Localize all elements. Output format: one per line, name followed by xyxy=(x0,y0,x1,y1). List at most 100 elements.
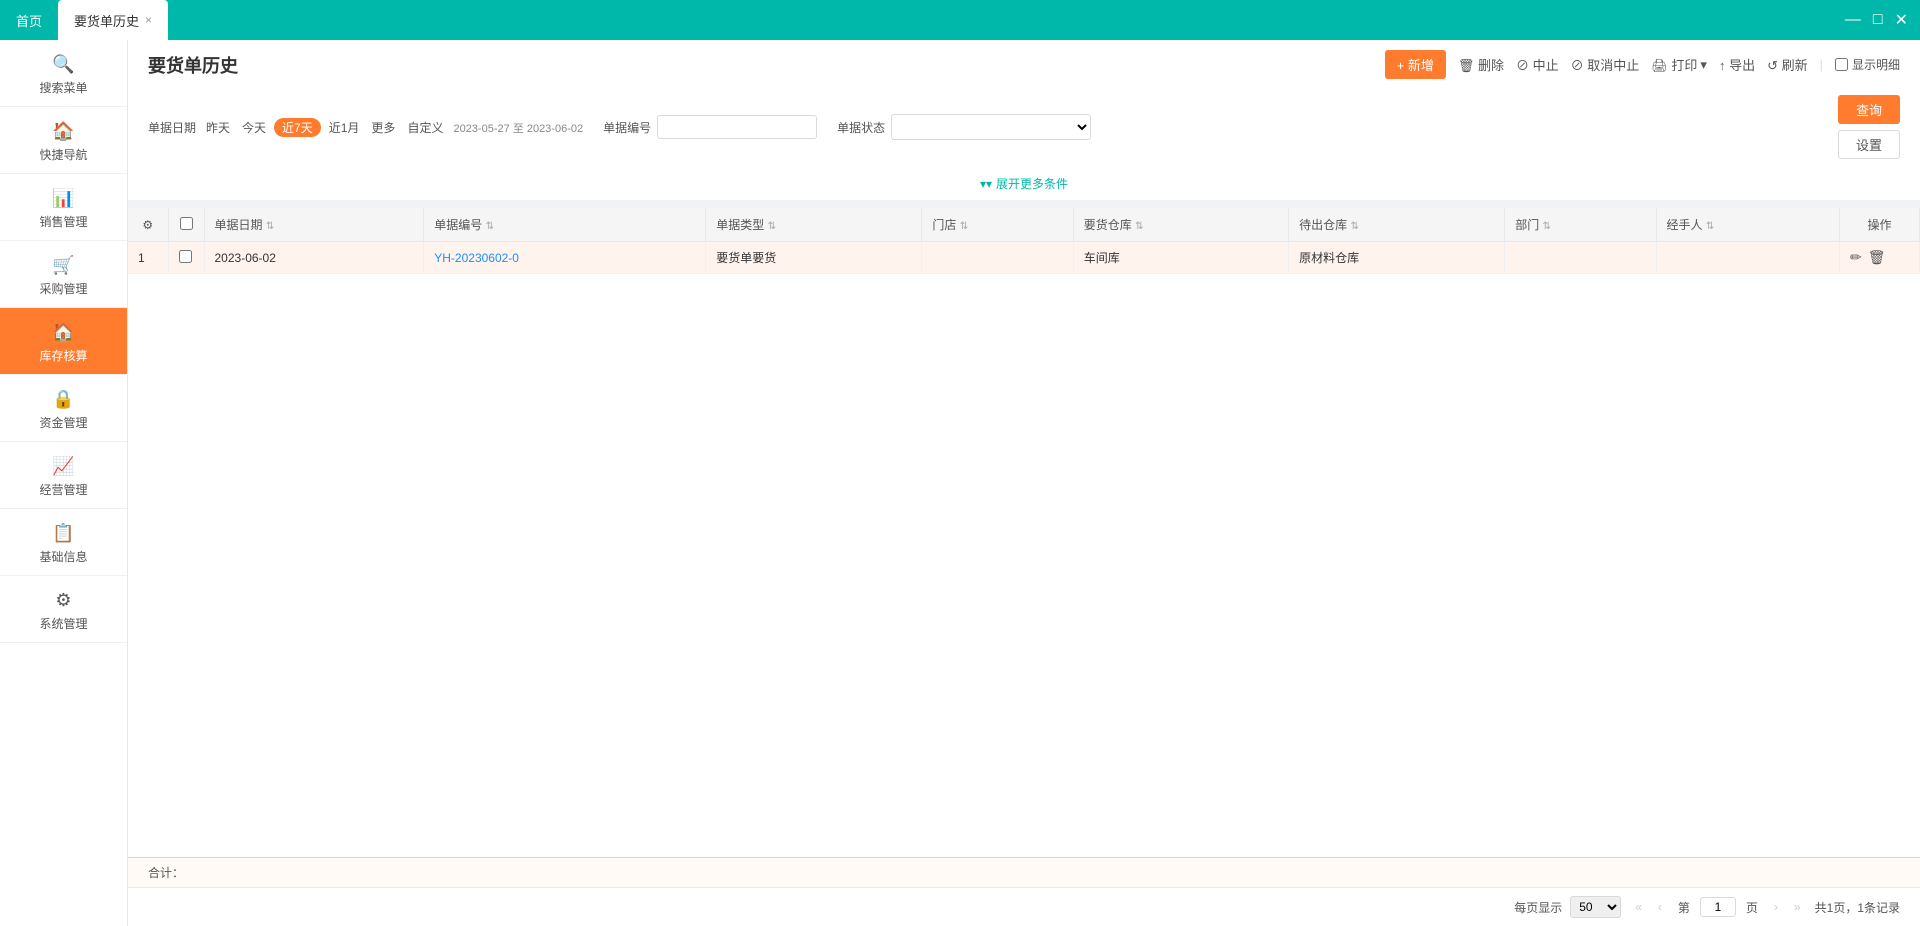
table-header-row: ⚙ 单据日期 ⇅ 单据编号 ⇅ 单据类型 ⇅ xyxy=(128,208,1920,242)
setting-button[interactable]: 设置 xyxy=(1838,130,1900,159)
maximize-icon[interactable]: □ xyxy=(1873,11,1883,29)
print-dropdown-icon: ▾ xyxy=(1700,57,1707,73)
td-doctype: 要货单要货 xyxy=(706,242,922,274)
row-edit-button[interactable]: ✏ xyxy=(1850,249,1862,266)
tab-requisition-history[interactable]: 要货单历史 × xyxy=(58,0,168,40)
sidebar-item-search-menu[interactable]: 🔍 搜索菜单 xyxy=(0,40,127,107)
status-label: 单据状态 xyxy=(837,119,885,136)
td-ops: ✏ 🗑 xyxy=(1840,242,1920,274)
refresh-button[interactable]: ↺ 刷新 xyxy=(1767,55,1808,74)
sidebar-item-inventory[interactable]: 🏠 库存核算 xyxy=(0,308,127,375)
shortcut-more[interactable]: 更多 xyxy=(367,118,399,137)
td-date: 2023-06-02 xyxy=(204,242,424,274)
next-page-button[interactable]: › xyxy=(1768,898,1784,916)
page-title: 要货单历史 xyxy=(148,52,238,78)
sidebar-item-system[interactable]: ⚙ 系统管理 xyxy=(0,576,127,643)
shortcut-custom[interactable]: 自定义 xyxy=(403,118,447,137)
th-docno[interactable]: 单据编号 ⇅ xyxy=(424,208,706,242)
data-table: ⚙ 单据日期 ⇅ 单据编号 ⇅ 单据类型 ⇅ xyxy=(128,208,1920,274)
shortcut-7days[interactable]: 近7天 xyxy=(274,118,321,137)
system-icon: ⚙ xyxy=(55,590,71,611)
th-req-warehouse[interactable]: 要货仓库 ⇅ xyxy=(1073,208,1288,242)
sort-handler-icon: ⇅ xyxy=(1706,221,1714,232)
sidebar-item-sales[interactable]: 📊 销售管理 xyxy=(0,174,127,241)
top-bar: 首页 要货单历史 × — □ ✕ xyxy=(0,0,1920,40)
content-area: 要货单历史 + 新增 🗑 删除 ⊘ 中止 ⊘ 取消中止 🖨 打印 ▾ ↑ 导出 … xyxy=(128,40,1920,926)
stop-button[interactable]: ⊘ 中止 xyxy=(1516,55,1559,74)
doc-no-label: 单据编号 xyxy=(603,119,651,136)
new-button[interactable]: + 新增 xyxy=(1385,50,1446,79)
page-input[interactable] xyxy=(1700,897,1736,917)
cancel-stop-button[interactable]: ⊘ 取消中止 xyxy=(1571,55,1640,74)
sidebar-item-operation[interactable]: 📈 经营管理 xyxy=(0,442,127,509)
expand-down-icon: ▾▾ xyxy=(980,177,992,191)
th-doctype[interactable]: 单据类型 ⇅ xyxy=(706,208,922,242)
tab-close-icon[interactable]: × xyxy=(145,13,152,27)
filter-actions: 查询 设置 xyxy=(1838,95,1900,159)
select-all-checkbox[interactable] xyxy=(180,217,193,230)
doc-no-input[interactable] xyxy=(657,115,817,139)
operation-icon: 📈 xyxy=(52,456,74,477)
date-filter-group: 单据日期 昨天 今天 近7天 近1月 更多 自定义 2023-05-27 至 2… xyxy=(148,118,583,137)
td-index: 1 xyxy=(128,242,168,274)
th-check xyxy=(168,208,204,242)
page-suffix: 页 xyxy=(1740,897,1764,918)
display-detail-checkbox[interactable] xyxy=(1835,58,1848,71)
docno-link[interactable]: YH-20230602-0 xyxy=(434,251,519,265)
delete-button[interactable]: 🗑 删除 xyxy=(1458,55,1504,74)
page-header: 要货单历史 + 新增 🗑 删除 ⊘ 中止 ⊘ 取消中止 🖨 打印 ▾ ↑ 导出 … xyxy=(128,40,1920,87)
sales-icon: 📊 xyxy=(52,188,74,209)
prev-page-button[interactable]: ‹ xyxy=(1652,898,1668,916)
status-filter-group: 单据状态 xyxy=(837,114,1091,140)
shortcut-today[interactable]: 今天 xyxy=(238,118,270,137)
quick-nav-icon: 🏠 xyxy=(52,121,74,142)
table-container: ⚙ 单据日期 ⇅ 单据编号 ⇅ 单据类型 ⇅ xyxy=(128,208,1920,857)
row-ops: ✏ 🗑 xyxy=(1850,249,1909,266)
page-nav: « ‹ 第 页 › » xyxy=(1629,897,1806,918)
first-page-button[interactable]: « xyxy=(1629,898,1648,916)
sidebar-item-purchase[interactable]: 🛒 采购管理 xyxy=(0,241,127,308)
th-store[interactable]: 门店 ⇅ xyxy=(922,208,1073,242)
last-page-button[interactable]: » xyxy=(1788,898,1807,916)
close-icon[interactable]: ✕ xyxy=(1895,10,1908,30)
toolbar-divider: | xyxy=(1820,57,1823,72)
th-pending-warehouse[interactable]: 待出仓库 ⇅ xyxy=(1289,208,1505,242)
sort-store-icon: ⇅ xyxy=(960,221,968,232)
sidebar-item-quick-nav[interactable]: 🏠 快捷导航 xyxy=(0,107,127,174)
th-dept[interactable]: 部门 ⇅ xyxy=(1505,208,1656,242)
table-row[interactable]: 1 2023-06-02 YH-20230602-0 要货单要货 车间库 原材料… xyxy=(128,242,1920,274)
table-summary: 合计： xyxy=(128,857,1920,887)
print-button[interactable]: 🖨 打印 ▾ xyxy=(1651,55,1707,74)
tab-home[interactable]: 首页 xyxy=(0,0,58,40)
th-date[interactable]: 单据日期 ⇅ xyxy=(204,208,424,242)
export-button[interactable]: ↑ 导出 xyxy=(1719,55,1755,74)
display-detail-toggle[interactable]: 显示明细 xyxy=(1835,56,1900,73)
page-label: 第 xyxy=(1672,897,1696,918)
table-body: 1 2023-06-02 YH-20230602-0 要货单要货 车间库 原材料… xyxy=(128,242,1920,274)
td-handler xyxy=(1656,242,1839,274)
tab-bar: 首页 要货单历史 × xyxy=(0,0,1845,40)
date-filter-label: 单据日期 xyxy=(148,119,196,136)
row-delete-button[interactable]: 🗑 xyxy=(1868,249,1886,266)
sort-dept-icon: ⇅ xyxy=(1543,221,1551,232)
search-menu-icon: 🔍 xyxy=(52,54,74,75)
shortcut-yesterday[interactable]: 昨天 xyxy=(202,118,234,137)
basic-icon: 📋 xyxy=(52,523,74,544)
per-page-label: 每页显示 xyxy=(1514,899,1562,916)
purchase-icon: 🛒 xyxy=(52,255,74,276)
row-checkbox[interactable] xyxy=(179,250,192,263)
td-req-warehouse: 车间库 xyxy=(1073,242,1288,274)
sort-req-warehouse-icon: ⇅ xyxy=(1135,221,1143,232)
expand-more-button[interactable]: ▾▾ 展开更多条件 xyxy=(980,175,1068,192)
sidebar-item-finance[interactable]: 🔒 资金管理 xyxy=(0,375,127,442)
inventory-icon: 🏠 xyxy=(52,322,74,343)
minimize-icon[interactable]: — xyxy=(1845,11,1861,29)
per-page-select[interactable]: 50 10 20 100 xyxy=(1570,896,1621,918)
shortcut-1month[interactable]: 近1月 xyxy=(325,118,364,137)
th-handler[interactable]: 经手人 ⇅ xyxy=(1656,208,1839,242)
status-select[interactable] xyxy=(891,114,1091,140)
th-settings[interactable]: ⚙ xyxy=(128,208,168,242)
sidebar-item-basic[interactable]: 📋 基础信息 xyxy=(0,509,127,576)
td-dept xyxy=(1505,242,1656,274)
query-button[interactable]: 查询 xyxy=(1838,95,1900,124)
